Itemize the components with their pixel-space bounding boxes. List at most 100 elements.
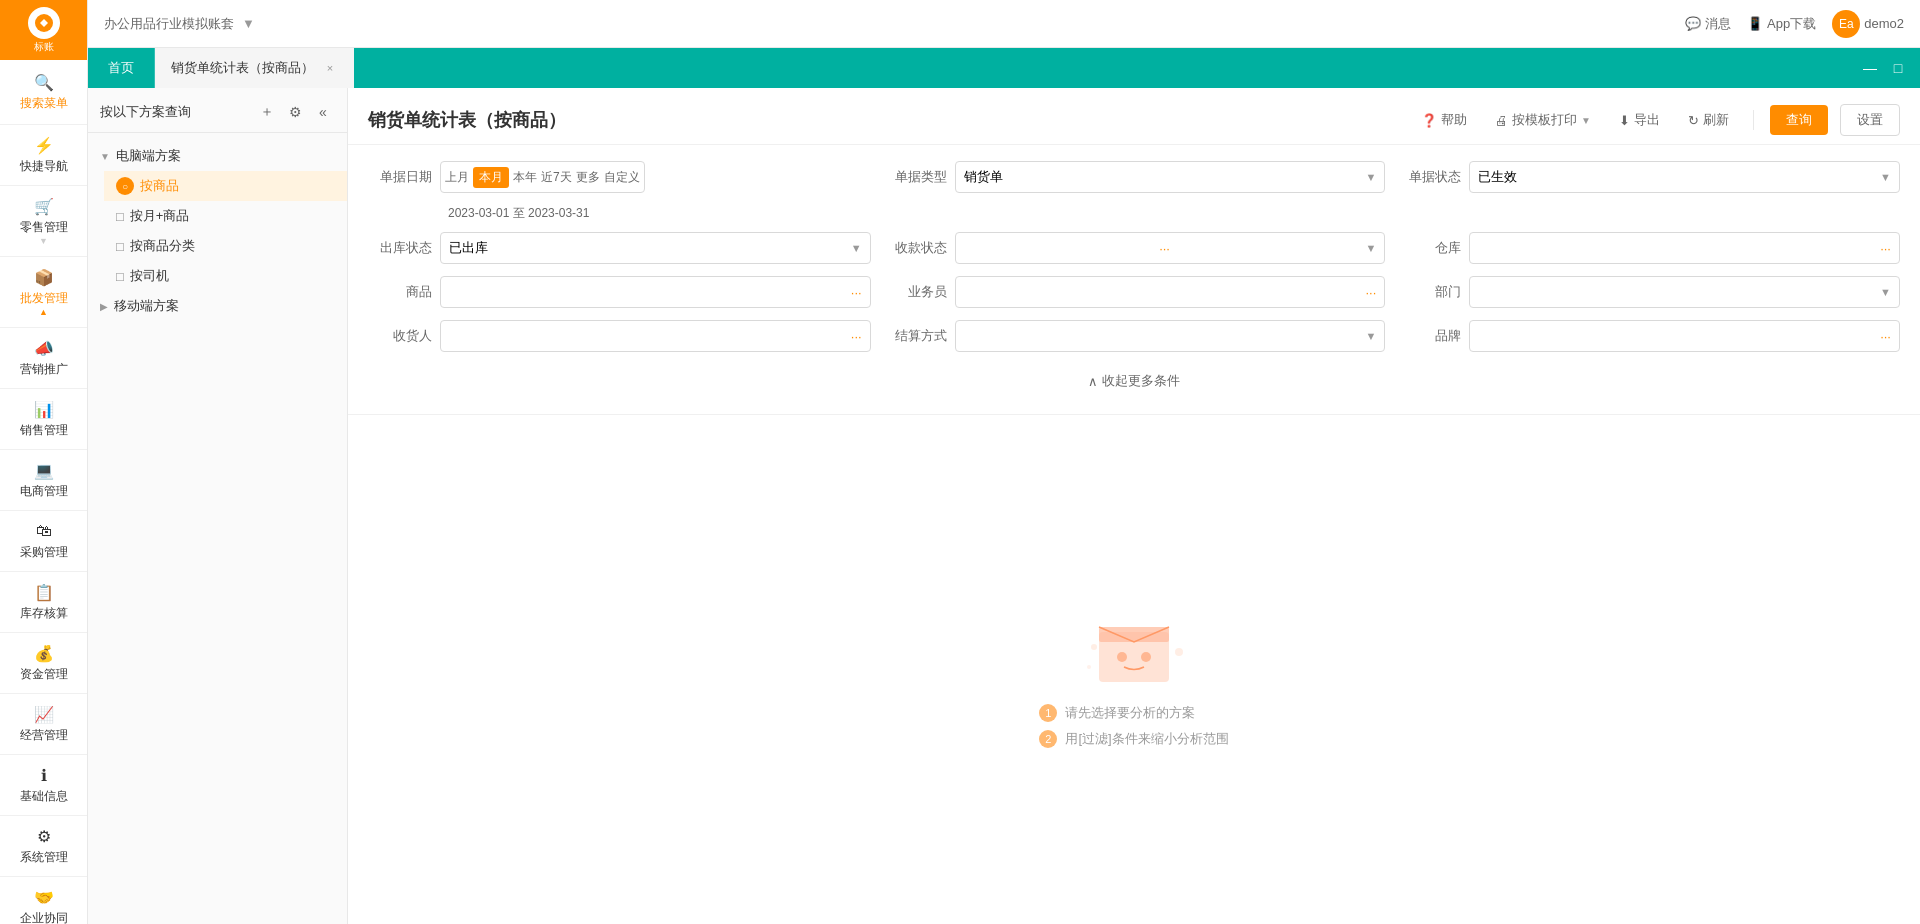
sidebar-item-system[interactable]: ⚙ 系统管理 bbox=[0, 816, 88, 877]
tree-item-label: 按商品 bbox=[140, 177, 179, 195]
docstatus-selector[interactable]: 已生效 ▼ bbox=[1469, 161, 1900, 193]
tree-desktop-section[interactable]: ▼ 电脑端方案 bbox=[88, 141, 347, 171]
sidebar-item-marketing[interactable]: 📣 营销推广 bbox=[0, 328, 88, 389]
product-selector[interactable]: ··· bbox=[440, 276, 871, 308]
tree-mobile-section[interactable]: ▶ 移动端方案 bbox=[88, 291, 347, 321]
refresh-label: 刷新 bbox=[1703, 111, 1729, 129]
doctype-selector[interactable]: 销货单 ▼ bbox=[955, 161, 1386, 193]
sidebar-item-wholesale[interactable]: 📦 批发管理 ▲ bbox=[0, 257, 88, 328]
workspace-dropdown-icon[interactable]: ▼ bbox=[242, 16, 255, 31]
sidebar-item-corp-collab[interactable]: 🤝 企业协同 bbox=[0, 877, 88, 924]
docstatus-value: 已生效 bbox=[1478, 168, 1517, 186]
delivery-label: 出库状态 bbox=[368, 239, 440, 257]
sidebar-item-management[interactable]: 📈 经营管理 bbox=[0, 694, 88, 755]
settings-btn[interactable]: 设置 bbox=[1840, 104, 1900, 136]
receiver-dots[interactable]: ··· bbox=[851, 329, 862, 344]
user-menu[interactable]: Ea demo2 bbox=[1832, 10, 1904, 38]
sidebar-item-label: 快捷导航 bbox=[20, 158, 68, 175]
sidebar-item-sales[interactable]: 📊 销售管理 bbox=[0, 389, 88, 450]
help-btn[interactable]: ❓ 帮助 bbox=[1413, 107, 1475, 133]
tip-num-1: 1 bbox=[1039, 704, 1057, 722]
tip-text-2: 用[过滤]条件来缩小分析范围 bbox=[1065, 730, 1228, 748]
user-avatar: Ea bbox=[1832, 10, 1860, 38]
sidebar-item-purchase[interactable]: 🛍 采购管理 bbox=[0, 511, 88, 572]
date-tab-current[interactable]: 本月 bbox=[473, 167, 509, 188]
app-download-btn[interactable]: 📱 App下载 bbox=[1747, 15, 1816, 33]
sidebar-item-label: 营销推广 bbox=[20, 361, 68, 378]
expand-icon-active: ▲ bbox=[39, 307, 48, 317]
content-area: 按以下方案查询 ＋ ⚙ « ▼ 电脑端方案 bbox=[88, 88, 1920, 924]
export-btn[interactable]: ⬇ 导出 bbox=[1611, 107, 1668, 133]
minimize-btn[interactable]: — bbox=[1856, 54, 1884, 82]
delivery-control: 已出库 ▼ bbox=[440, 232, 871, 264]
tree-item-label: 按司机 bbox=[130, 267, 169, 285]
tree-item-by-month-product[interactable]: □ 按月+商品 bbox=[104, 201, 347, 231]
date-tab-custom[interactable]: 自定义 bbox=[604, 169, 640, 186]
export-label: 导出 bbox=[1634, 111, 1660, 129]
sidebar-item-inventory[interactable]: 📋 库存核算 bbox=[0, 572, 88, 633]
department-selector[interactable]: ▼ bbox=[1469, 276, 1900, 308]
sidebar-item-quick-nav[interactable]: ⚡ 快捷导航 bbox=[0, 125, 88, 186]
user-name: demo2 bbox=[1864, 16, 1904, 31]
print-btn[interactable]: 🖨 按模板打印 ▼ bbox=[1487, 107, 1599, 133]
salesman-selector[interactable]: ··· bbox=[955, 276, 1386, 308]
sidebar-item-retail[interactable]: 🛒 零售管理 ▼ bbox=[0, 186, 88, 257]
sidebar-item-search[interactable]: 🔍 搜索菜单 bbox=[0, 60, 88, 125]
date-tab-year[interactable]: 本年 bbox=[513, 169, 537, 186]
sidebar-item-label: 库存核算 bbox=[20, 605, 68, 622]
expand-icon: ▼ bbox=[39, 236, 48, 246]
brand-dots[interactable]: ··· bbox=[1880, 329, 1891, 344]
payment-dots[interactable]: ··· bbox=[1159, 241, 1170, 256]
driver-icon: □ bbox=[116, 269, 124, 284]
refresh-btn[interactable]: ↻ 刷新 bbox=[1680, 107, 1737, 133]
department-label: 部门 bbox=[1397, 283, 1469, 301]
query-btn[interactable]: 查询 bbox=[1770, 105, 1828, 135]
payment-selector[interactable]: ··· ▼ bbox=[955, 232, 1386, 264]
delivery-selector[interactable]: 已出库 ▼ bbox=[440, 232, 871, 264]
tree-item-label: 按月+商品 bbox=[130, 207, 190, 225]
collab-icon: 🤝 bbox=[34, 887, 54, 907]
product-dots[interactable]: ··· bbox=[851, 285, 862, 300]
warehouse-dots[interactable]: ··· bbox=[1880, 241, 1891, 256]
brand-selector[interactable]: ··· bbox=[1469, 320, 1900, 352]
maximize-btn[interactable]: □ bbox=[1884, 54, 1912, 82]
message-btn[interactable]: 💬 消息 bbox=[1685, 15, 1731, 33]
workspace-selector[interactable]: 办公用品行业模拟账套 ▼ bbox=[104, 15, 255, 33]
app-subtitle: 标账 bbox=[34, 41, 54, 53]
active-badge: ○ bbox=[116, 177, 134, 195]
tab-home[interactable]: 首页 bbox=[88, 48, 155, 88]
salesman-dots[interactable]: ··· bbox=[1365, 285, 1376, 300]
date-range-value: 2023-03-01 至 2023-03-31 bbox=[448, 206, 589, 220]
receiver-selector[interactable]: ··· bbox=[440, 320, 871, 352]
doctype-dropdown-icon: ▼ bbox=[1365, 171, 1376, 183]
tab-home-label: 首页 bbox=[108, 59, 134, 77]
date-label: 单据日期 bbox=[368, 168, 440, 186]
filter-doctype-cell: 单据类型 销货单 ▼ bbox=[883, 161, 1386, 193]
collapse-up-icon: ∧ bbox=[1088, 374, 1098, 389]
add-scheme-btn[interactable]: ＋ bbox=[255, 100, 279, 124]
tab-close-btn[interactable]: × bbox=[322, 60, 338, 76]
sidebar-item-basic-info[interactable]: ℹ 基础信息 bbox=[0, 755, 88, 816]
collapse-panel-btn[interactable]: « bbox=[311, 100, 335, 124]
edit-scheme-btn[interactable]: ⚙ bbox=[283, 100, 307, 124]
sidebar-item-ecommerce[interactable]: 💻 电商管理 bbox=[0, 450, 88, 511]
page-title: 销货单统计表（按商品） bbox=[368, 108, 566, 132]
product-control: ··· bbox=[440, 276, 871, 308]
svg-point-4 bbox=[1141, 652, 1151, 662]
sidebar-item-finance[interactable]: 💰 资金管理 bbox=[0, 633, 88, 694]
date-tab-prev[interactable]: 上月 bbox=[445, 169, 469, 186]
add-icon: ＋ bbox=[260, 103, 274, 121]
tree-item-by-driver[interactable]: □ 按司机 bbox=[104, 261, 347, 291]
tree-item-by-product[interactable]: ○ 按商品 bbox=[104, 171, 347, 201]
paymethod-selector[interactable]: ▼ bbox=[955, 320, 1386, 352]
management-icon: 📈 bbox=[34, 704, 54, 724]
warehouse-selector[interactable]: ··· bbox=[1469, 232, 1900, 264]
date-selector[interactable]: 上月 本月 本年 近7天 更多 自定义 bbox=[440, 161, 645, 193]
collapse-btn[interactable]: ∧ 收起更多条件 bbox=[368, 364, 1900, 398]
tree-item-by-category[interactable]: □ 按商品分类 bbox=[104, 231, 347, 261]
delivery-value: 已出库 bbox=[449, 239, 488, 257]
date-tab-7days[interactable]: 近7天 bbox=[541, 169, 572, 186]
tab-active[interactable]: 销货单统计表（按商品） × bbox=[155, 48, 354, 88]
date-tab-more[interactable]: 更多 bbox=[576, 169, 600, 186]
delivery-dropdown-icon: ▼ bbox=[851, 242, 862, 254]
